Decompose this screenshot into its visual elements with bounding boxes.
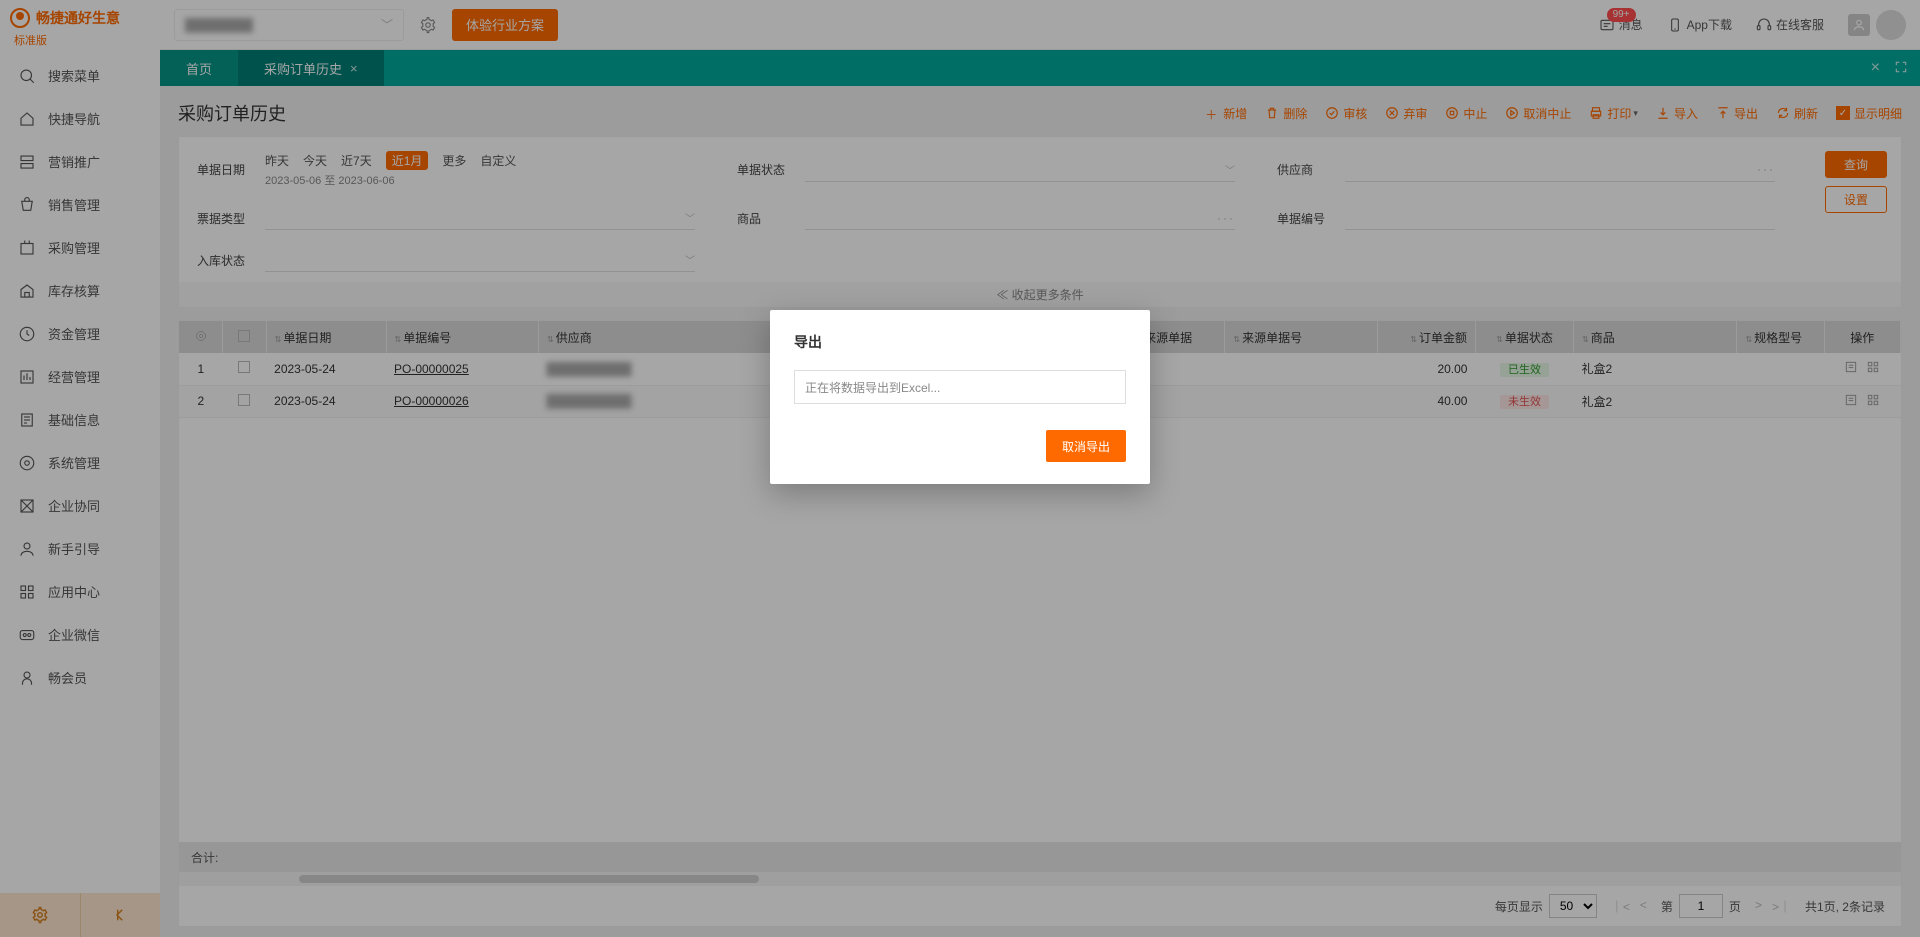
export-modal: 导出 正在将数据导出到Excel... 取消导出 [770, 310, 1150, 484]
modal-overlay: 导出 正在将数据导出到Excel... 取消导出 [0, 0, 1920, 937]
cancel-export-button[interactable]: 取消导出 [1046, 430, 1126, 462]
modal-status-text: 正在将数据导出到Excel... [794, 370, 1126, 404]
modal-title: 导出 [794, 332, 1126, 352]
